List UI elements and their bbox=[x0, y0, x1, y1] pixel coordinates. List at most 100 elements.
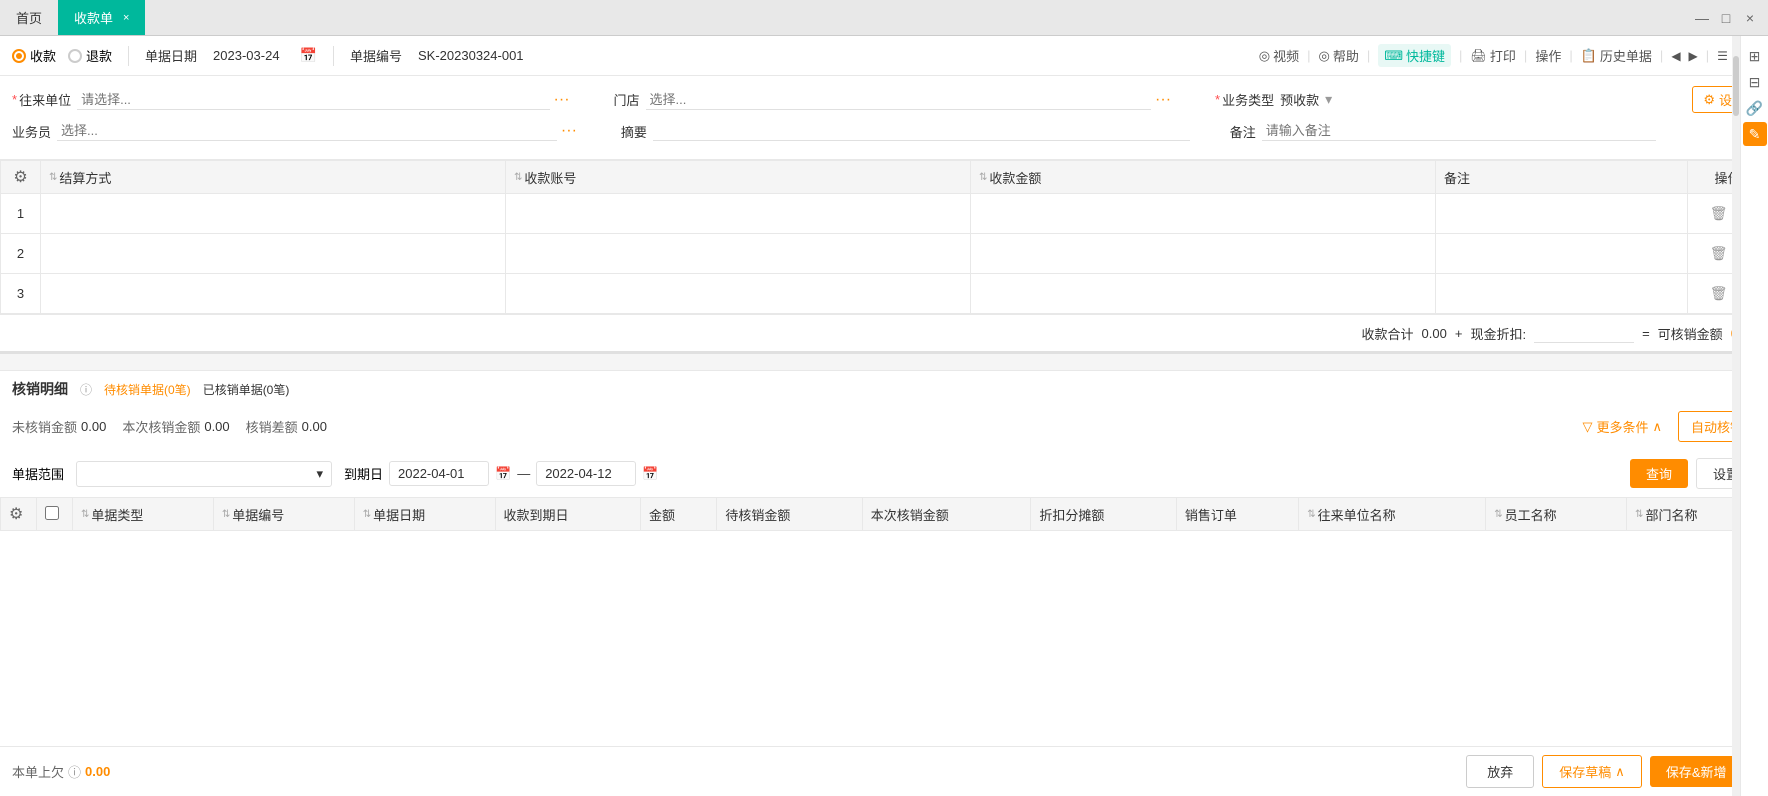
sidebar-edit-icon[interactable]: ✎ bbox=[1743, 122, 1767, 146]
sort-department[interactable]: ⇅ bbox=[1635, 509, 1643, 520]
row-3-amount[interactable] bbox=[971, 274, 1436, 314]
history-link[interactable]: 📋 历史单据 bbox=[1581, 46, 1652, 65]
nav-right[interactable]: ▶ bbox=[1689, 49, 1698, 63]
sidebar-doc-icon[interactable]: ⊟ bbox=[1743, 70, 1767, 94]
form-area: * 往来单位 ··· 门店 ··· * 业务类型 预收款 ▾ bbox=[0, 76, 1768, 160]
business-type-selector[interactable]: 预收款 ▾ bbox=[1280, 90, 1332, 109]
help-icon: ◎ bbox=[1318, 48, 1329, 64]
row-2-settlement[interactable] bbox=[41, 234, 506, 274]
scrollbar[interactable] bbox=[1732, 36, 1740, 796]
radio-receipt[interactable]: 收款 bbox=[12, 46, 56, 65]
sort-bill-type[interactable]: ⇅ bbox=[81, 509, 89, 520]
sort-bill-number[interactable]: ⇅ bbox=[222, 509, 230, 520]
store-more-btn[interactable]: ··· bbox=[1151, 91, 1175, 109]
operation-link[interactable]: 操作 bbox=[1535, 46, 1561, 65]
current-label: 本次核销金额 bbox=[122, 417, 200, 436]
row-2-notes[interactable] bbox=[1436, 234, 1688, 274]
business-type-field: * 业务类型 预收款 ▾ bbox=[1175, 90, 1636, 109]
summary-field: 摘要 bbox=[581, 121, 1190, 141]
th-due-date: 收款到期日 bbox=[495, 498, 640, 531]
query-button[interactable]: 查询 bbox=[1630, 459, 1688, 488]
pending-tab[interactable]: 待核销单据(0笔) bbox=[104, 381, 191, 398]
list-view[interactable]: ☰ bbox=[1717, 49, 1728, 63]
date-calendar-icon[interactable]: 📅 bbox=[300, 47, 317, 64]
row-3-notes[interactable] bbox=[1436, 274, 1688, 314]
minimize-button[interactable]: — bbox=[1692, 8, 1712, 28]
footer-info-icon[interactable]: ⓘ bbox=[68, 762, 81, 781]
save-draft-button[interactable]: 保存草稿 ∧ bbox=[1542, 755, 1642, 788]
th-notes-label: 备注 bbox=[1444, 171, 1470, 186]
divider-1 bbox=[128, 46, 129, 66]
row-3-account[interactable] bbox=[506, 274, 971, 314]
date-label: 单据日期 bbox=[145, 46, 197, 65]
sort-staff[interactable]: ⇅ bbox=[1494, 509, 1502, 520]
select-all-checkbox[interactable] bbox=[45, 506, 59, 520]
writeoff-info-icon[interactable]: ⓘ bbox=[80, 381, 92, 398]
footer: 本单上欠 ⓘ 0.00 放弃 保存草稿 ∧ 保存&新增 ∧ bbox=[0, 746, 1768, 796]
table-settings-gear[interactable]: ⚙ bbox=[13, 169, 27, 186]
more-conditions-btn[interactable]: ▽ 更多条件 ∧ bbox=[1582, 417, 1662, 436]
done-tab[interactable]: 已核销单据(0笔) bbox=[203, 381, 290, 398]
row-1-amount[interactable] bbox=[971, 194, 1436, 234]
business-type-arrow[interactable]: ▾ bbox=[1325, 91, 1332, 108]
row-2-amount[interactable] bbox=[971, 234, 1436, 274]
th-discount: 折扣分摊额 bbox=[1031, 498, 1176, 531]
number-label: 单据编号 bbox=[350, 46, 402, 65]
notes-label: 备注 bbox=[1230, 122, 1256, 141]
th-pending: 待核销金额 bbox=[717, 498, 862, 531]
store-input[interactable] bbox=[646, 90, 1152, 110]
bottom-table-gear[interactable]: ⚙ bbox=[9, 506, 23, 523]
row-1-delete-icon[interactable]: 🗑 bbox=[1710, 205, 1728, 222]
shortcut-link[interactable]: ⌨ 快捷键 bbox=[1378, 44, 1451, 67]
diff-stat: 核销差额 0.00 bbox=[246, 417, 327, 436]
summary-input[interactable] bbox=[653, 121, 1190, 141]
maximize-button[interactable]: □ bbox=[1716, 8, 1736, 28]
radio-receipt-dot bbox=[12, 49, 26, 63]
sort-account[interactable]: ⇅ bbox=[514, 172, 522, 183]
discount-label: 现金折扣: bbox=[1470, 324, 1526, 343]
staff-input[interactable] bbox=[57, 121, 557, 141]
tab-receipt[interactable]: 收款单 × bbox=[58, 0, 145, 35]
row-1-settlement[interactable] bbox=[41, 194, 506, 234]
sidebar-link-icon[interactable]: 🔗 bbox=[1743, 96, 1767, 120]
row-1-notes[interactable] bbox=[1436, 194, 1688, 234]
equals-sign: = bbox=[1642, 326, 1650, 341]
th-sales-order: 销售订单 bbox=[1176, 498, 1298, 531]
video-link[interactable]: ◎ 视频 bbox=[1259, 46, 1299, 65]
row-3-settlement[interactable] bbox=[41, 274, 506, 314]
notes-input[interactable] bbox=[1262, 121, 1657, 141]
summary-row: 收款合计 0.00 + 现金折扣: = 可核销金额 0.00 bbox=[0, 314, 1768, 351]
radio-refund[interactable]: 退款 bbox=[68, 46, 112, 65]
scrollbar-thumb[interactable] bbox=[1733, 56, 1739, 116]
sort-counterpart[interactable]: ⇅ bbox=[1307, 509, 1315, 520]
print-link[interactable]: 🖨 打印 bbox=[1470, 46, 1516, 65]
date-calendar-start[interactable]: 📅 bbox=[495, 466, 511, 482]
row-3-delete-icon[interactable]: 🗑 bbox=[1710, 285, 1728, 302]
close-button[interactable]: × bbox=[1740, 8, 1760, 28]
date-start-input[interactable] bbox=[389, 461, 489, 486]
sidebar-table-icon[interactable]: ⊞ bbox=[1743, 44, 1767, 68]
row-2-account[interactable] bbox=[506, 234, 971, 274]
range-select[interactable]: ▾ bbox=[76, 461, 332, 487]
sort-bill-date[interactable]: ⇅ bbox=[363, 509, 371, 520]
sort-settlement[interactable]: ⇅ bbox=[49, 172, 57, 183]
discount-input[interactable] bbox=[1534, 323, 1634, 343]
row-2-delete-icon[interactable]: 🗑 bbox=[1710, 245, 1728, 262]
counterpart-input[interactable] bbox=[77, 90, 549, 110]
abandon-button[interactable]: 放弃 bbox=[1466, 755, 1534, 788]
th-bill-date: ⇅ 单据日期 bbox=[354, 498, 495, 531]
nav-left[interactable]: ◀ bbox=[1671, 49, 1680, 63]
date-calendar-end[interactable]: 📅 bbox=[642, 466, 658, 482]
th-check: ⚙ bbox=[1, 498, 37, 531]
sort-amount[interactable]: ⇅ bbox=[979, 172, 987, 183]
store-field: 门店 ··· bbox=[574, 90, 1176, 110]
tab-close-icon[interactable]: × bbox=[123, 12, 129, 24]
th-amount: ⇅ 收款金额 bbox=[971, 161, 1436, 194]
help-link[interactable]: ◎ 帮助 bbox=[1318, 46, 1358, 65]
staff-more-btn[interactable]: ··· bbox=[557, 122, 581, 140]
counterpart-more-btn[interactable]: ··· bbox=[550, 91, 574, 109]
row-1-account[interactable] bbox=[506, 194, 971, 234]
th-current-label: 本次核销金额 bbox=[871, 508, 949, 523]
tab-home[interactable]: 首页 bbox=[0, 0, 58, 35]
date-end-input[interactable] bbox=[536, 461, 636, 486]
